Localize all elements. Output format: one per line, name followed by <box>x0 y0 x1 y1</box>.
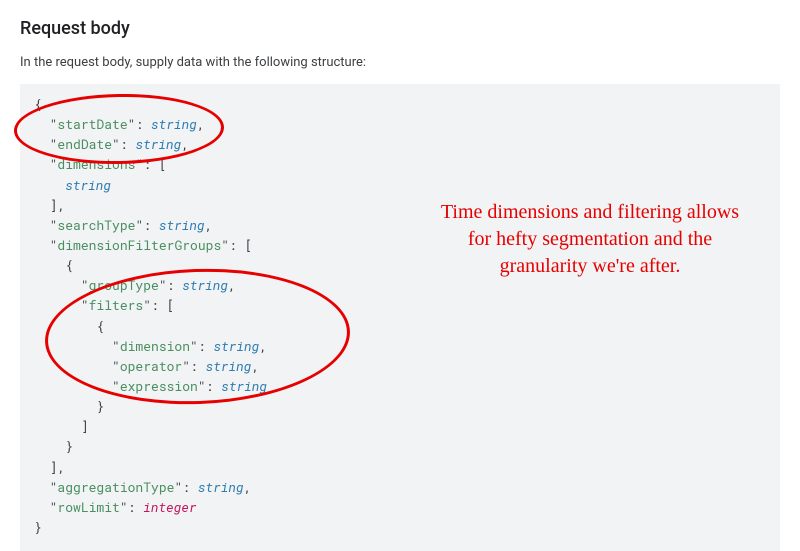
type-string: string <box>206 357 252 375</box>
field-filters: filters <box>89 296 144 314</box>
type-string: string <box>151 115 197 133</box>
type-string: string <box>159 216 205 234</box>
code-block: { "startDate": string, "endDate": string… <box>20 84 780 551</box>
field-startDate: startDate <box>57 115 127 133</box>
type-integer: integer <box>143 498 196 516</box>
field-groupType: groupType <box>89 276 159 294</box>
type-string: string <box>213 337 259 355</box>
type-string: string <box>198 478 244 496</box>
annotation-text: Time dimensions and filtering allows for… <box>440 199 740 280</box>
field-dimensions: dimensions <box>57 155 135 173</box>
field-rowLimit: rowLimit <box>57 498 119 516</box>
field-endDate: endDate <box>57 135 112 153</box>
type-string: string <box>65 176 111 194</box>
field-dimension: dimension <box>120 337 190 355</box>
type-string: string <box>135 135 181 153</box>
type-string: string <box>182 276 228 294</box>
field-dimensionFilterGroups: dimensionFilterGroups <box>57 236 221 254</box>
field-aggregationType: aggregationType <box>57 478 174 496</box>
field-expression: expression <box>120 377 198 395</box>
field-operator: operator <box>120 357 182 375</box>
section-heading: Request body <box>20 18 780 39</box>
field-searchType: searchType <box>57 216 135 234</box>
intro-text: In the request body, supply data with th… <box>20 55 780 70</box>
type-string: string <box>221 377 267 395</box>
